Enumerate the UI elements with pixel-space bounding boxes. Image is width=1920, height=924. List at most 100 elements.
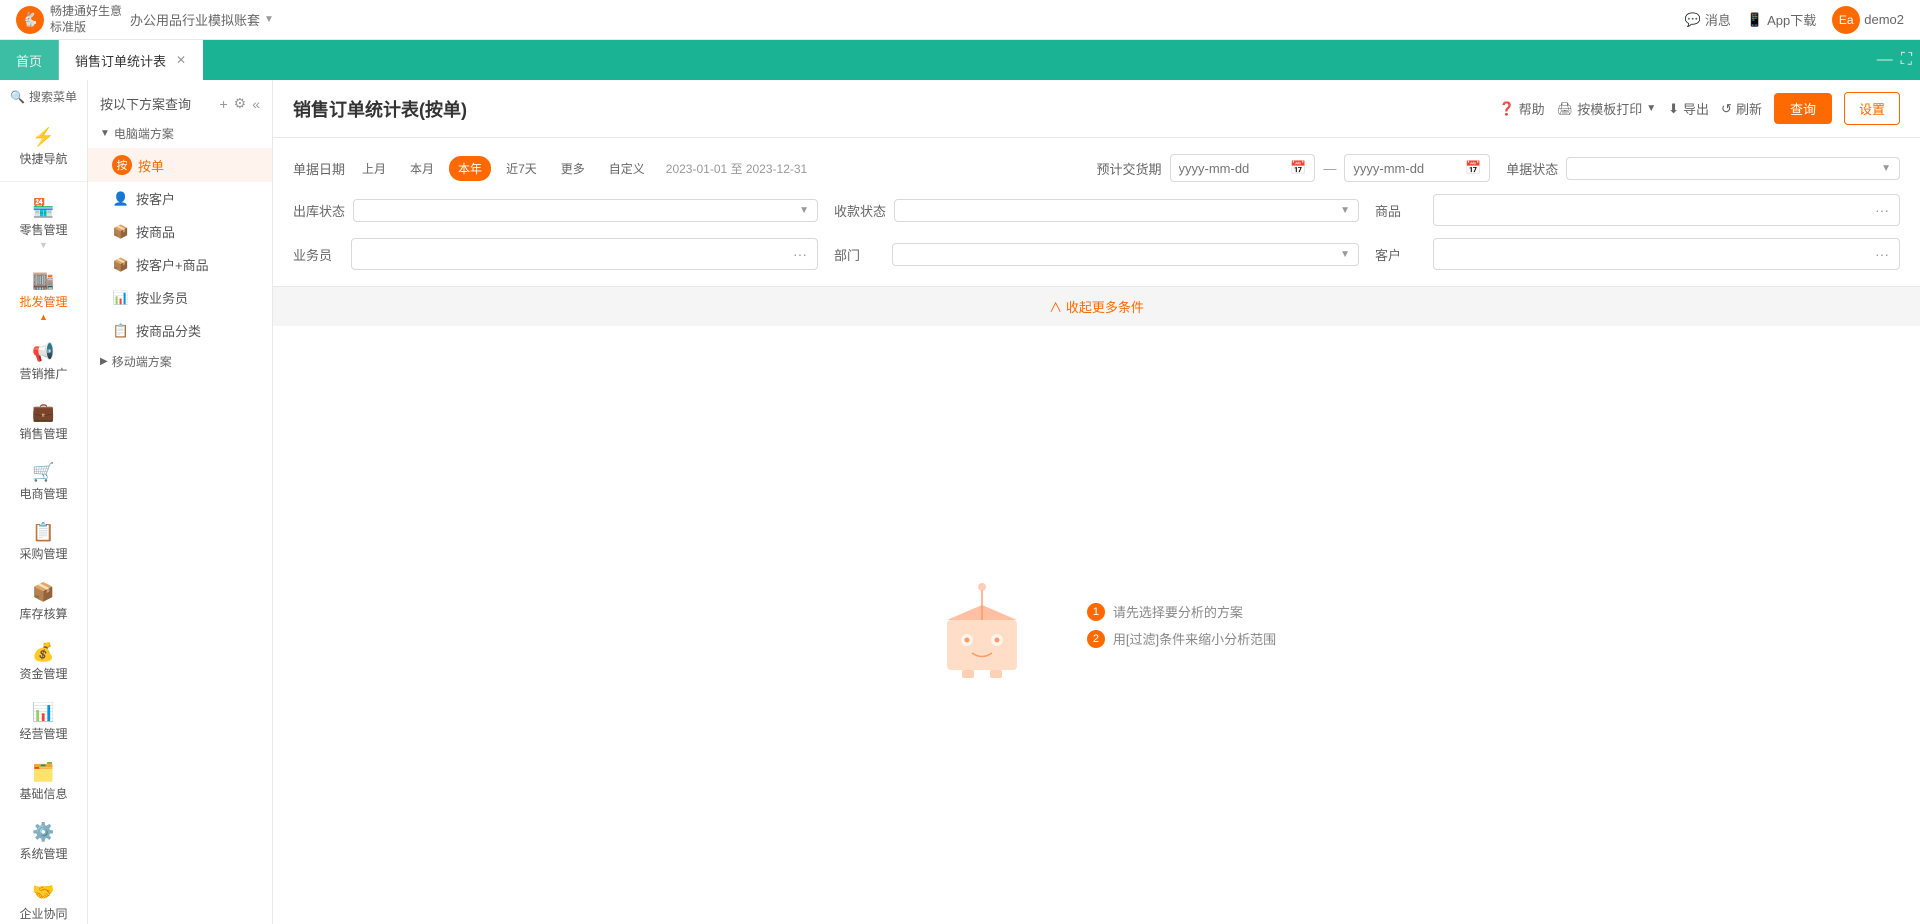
scheme-item-by-category[interactable]: 📋 按商品分类 (88, 314, 272, 347)
help-button[interactable]: ❓ 帮助 (1498, 99, 1544, 118)
refresh-button[interactable]: ↺ 刷新 (1721, 99, 1762, 118)
shortcut-this-year[interactable]: 本年 (449, 156, 491, 181)
step-2-number: 2 (1087, 630, 1105, 648)
date-separator: — (1323, 161, 1336, 176)
shortcut-last-month[interactable]: 上月 (353, 156, 395, 181)
scheme-item-by-staff[interactable]: 📊 按业务员 (88, 281, 272, 314)
sidebar-basic-label: 基础信息 (19, 785, 67, 802)
delivery-end-input[interactable] (1353, 161, 1461, 176)
delivery-date-end[interactable]: 📅 (1344, 154, 1490, 182)
sidebar-item-inventory[interactable]: 📦 库存核算 (0, 572, 87, 632)
search-icon: 🔍 (10, 90, 25, 104)
sidebar-item-marketing[interactable]: 📢 营销推广 (0, 332, 87, 392)
customer-filter: 客户 ··· (1375, 238, 1900, 270)
shortcut-last-7-days[interactable]: 近7天 (497, 156, 546, 181)
scheme-section-pc[interactable]: ▼ 电脑端方案 (88, 119, 272, 148)
shortcut-more[interactable]: 更多 (552, 156, 594, 181)
scheme-item-by-customer-product[interactable]: 📦 按客户+商品 (88, 248, 272, 281)
delivery-status-arrow-icon: ▼ (799, 205, 809, 216)
scheme-item-by-customer[interactable]: 👤 按客户 (88, 182, 272, 215)
empty-illustration (917, 570, 1047, 680)
sidebar-item-finance[interactable]: 💰 资金管理 (0, 632, 87, 692)
sidebar-system-label: 系统管理 (19, 845, 67, 862)
scheme-section-mobile[interactable]: ▶ 移动端方案 (88, 347, 272, 376)
retail-arrow-icon: ▼ (39, 240, 48, 250)
sidebar-item-operations[interactable]: 📊 经营管理 (0, 692, 87, 752)
delivery-status-label: 出库状态 (293, 201, 345, 220)
shortcut-this-month[interactable]: 本月 (401, 156, 443, 181)
scheme-item-by-product[interactable]: 📦 按商品 (88, 215, 272, 248)
customer-input-area[interactable]: ··· (1433, 238, 1900, 270)
collapse-filters-button[interactable]: ∧ 收起更多条件 (273, 286, 1920, 326)
user-profile[interactable]: Ea demo2 (1832, 6, 1904, 34)
tab-close-icon[interactable]: ✕ (176, 53, 186, 67)
scheme-add-button[interactable]: + (219, 96, 227, 112)
delivery-date-start[interactable]: 📅 (1170, 154, 1316, 182)
department-select[interactable]: ▼ (892, 243, 1359, 266)
payment-status-select[interactable]: ▼ (894, 199, 1359, 222)
tab-bar: 首页 销售订单统计表 ✕ — ⛶ (0, 40, 1920, 80)
workspace-selector[interactable]: 办公用品行业模拟账套 ▼ (130, 10, 274, 29)
search-menu-button[interactable]: 🔍 搜索菜单 (0, 80, 87, 113)
scheme-collapse-icon[interactable]: « (252, 96, 260, 112)
sidebar-wholesale-label: 批发管理 (19, 293, 67, 310)
tab-home[interactable]: 首页 (0, 40, 59, 80)
app-download-button[interactable]: 📱 App下载 (1747, 10, 1816, 29)
staff-input[interactable] (360, 247, 787, 262)
sidebar-item-enterprise[interactable]: 🤝 企业协同 (0, 872, 87, 924)
message-button[interactable]: 💬 消息 (1685, 10, 1731, 29)
quick-nav-section: ⚡ 快捷导航 (0, 113, 87, 182)
sidebar-nav-items: 🏪 零售管理 ▼ 🏬 批发管理 ▲ 📢 营销推广 💼 销售管理 🛒 电商管理 (0, 182, 87, 924)
query-button[interactable]: 查询 (1774, 93, 1832, 124)
step-1-text: 请先选择要分析的方案 (1113, 602, 1243, 621)
product-ellipsis-icon[interactable]: ··· (1873, 200, 1891, 220)
sidebar-item-system[interactable]: ⚙️ 系统管理 (0, 812, 87, 872)
staff-ellipsis-icon[interactable]: ··· (791, 244, 809, 264)
export-button[interactable]: ⬇ 导出 (1668, 99, 1709, 118)
shortcut-custom[interactable]: 自定义 (600, 156, 654, 181)
scheme-item-by-order[interactable]: 按 按单 (88, 148, 272, 182)
order-status-select[interactable]: ▼ (1566, 157, 1900, 180)
quick-nav-icon: ⚡ (32, 127, 54, 148)
workspace-label: 办公用品行业模拟账套 (130, 10, 260, 29)
empty-steps: 1 请先选择要分析的方案 2 用[过滤]条件来缩小分析范围 (1087, 602, 1276, 648)
template-print-label: 按模板打印 (1577, 99, 1642, 118)
app-download-icon: 📱 (1747, 12, 1763, 28)
customer-ellipsis-icon[interactable]: ··· (1873, 244, 1891, 264)
delivery-start-input[interactable] (1179, 161, 1287, 176)
refresh-label: 刷新 (1736, 99, 1762, 118)
sidebar-retail-label: 零售管理 (19, 221, 67, 238)
scheme-settings-icon[interactable]: ⚙ (234, 95, 247, 112)
scheme-by-staff-label: 按业务员 (136, 288, 188, 307)
enterprise-icon: 🤝 (32, 882, 54, 903)
query-label: 查询 (1790, 99, 1816, 118)
customer-input[interactable] (1442, 247, 1869, 262)
sidebar-item-basic[interactable]: 🗂️ 基础信息 (0, 752, 87, 812)
sidebar-enterprise-label: 企业协同 (19, 905, 67, 922)
collapse-label: 收起更多条件 (1066, 300, 1144, 315)
tab-maximize-icon[interactable]: ⛶ (1901, 51, 1912, 69)
scheme-customer-product-icon: 📦 (112, 256, 130, 274)
department-label: 部门 (834, 245, 884, 264)
sidebar-item-ecommerce[interactable]: 🛒 电商管理 (0, 452, 87, 512)
staff-label: 业务员 (293, 245, 343, 264)
staff-input-area[interactable]: ··· (351, 238, 818, 270)
sidebar-item-wholesale[interactable]: 🏬 批发管理 ▲ (0, 260, 87, 332)
delivery-date-filter: 预计交货期 📅 — 📅 (1097, 154, 1491, 182)
tab-sales-order-stats[interactable]: 销售订单统计表 ✕ (59, 40, 203, 80)
tab-minimize-icon[interactable]: — (1877, 51, 1893, 69)
order-status-filter: 单据状态 ▼ (1506, 157, 1900, 180)
settings-label: 设置 (1859, 99, 1885, 118)
product-input[interactable] (1442, 203, 1869, 218)
refresh-icon: ↺ (1721, 101, 1732, 117)
product-input-area[interactable]: ··· (1433, 194, 1900, 226)
scheme-panel-title: 按以下方案查询 (100, 94, 191, 113)
sidebar-item-retail[interactable]: 🏪 零售管理 ▼ (0, 188, 87, 260)
sidebar-item-purchase[interactable]: 📋 采购管理 (0, 512, 87, 572)
settings-button[interactable]: 设置 (1844, 92, 1900, 125)
delivery-status-select[interactable]: ▼ (353, 199, 818, 222)
template-print-button[interactable]: 🖨 按模板打印 ▼ (1557, 99, 1656, 118)
sidebar-quick-nav[interactable]: ⚡ 快捷导航 (0, 117, 87, 177)
scheme-category-icon: 📋 (112, 322, 130, 340)
sidebar-item-sales[interactable]: 💼 销售管理 (0, 392, 87, 452)
